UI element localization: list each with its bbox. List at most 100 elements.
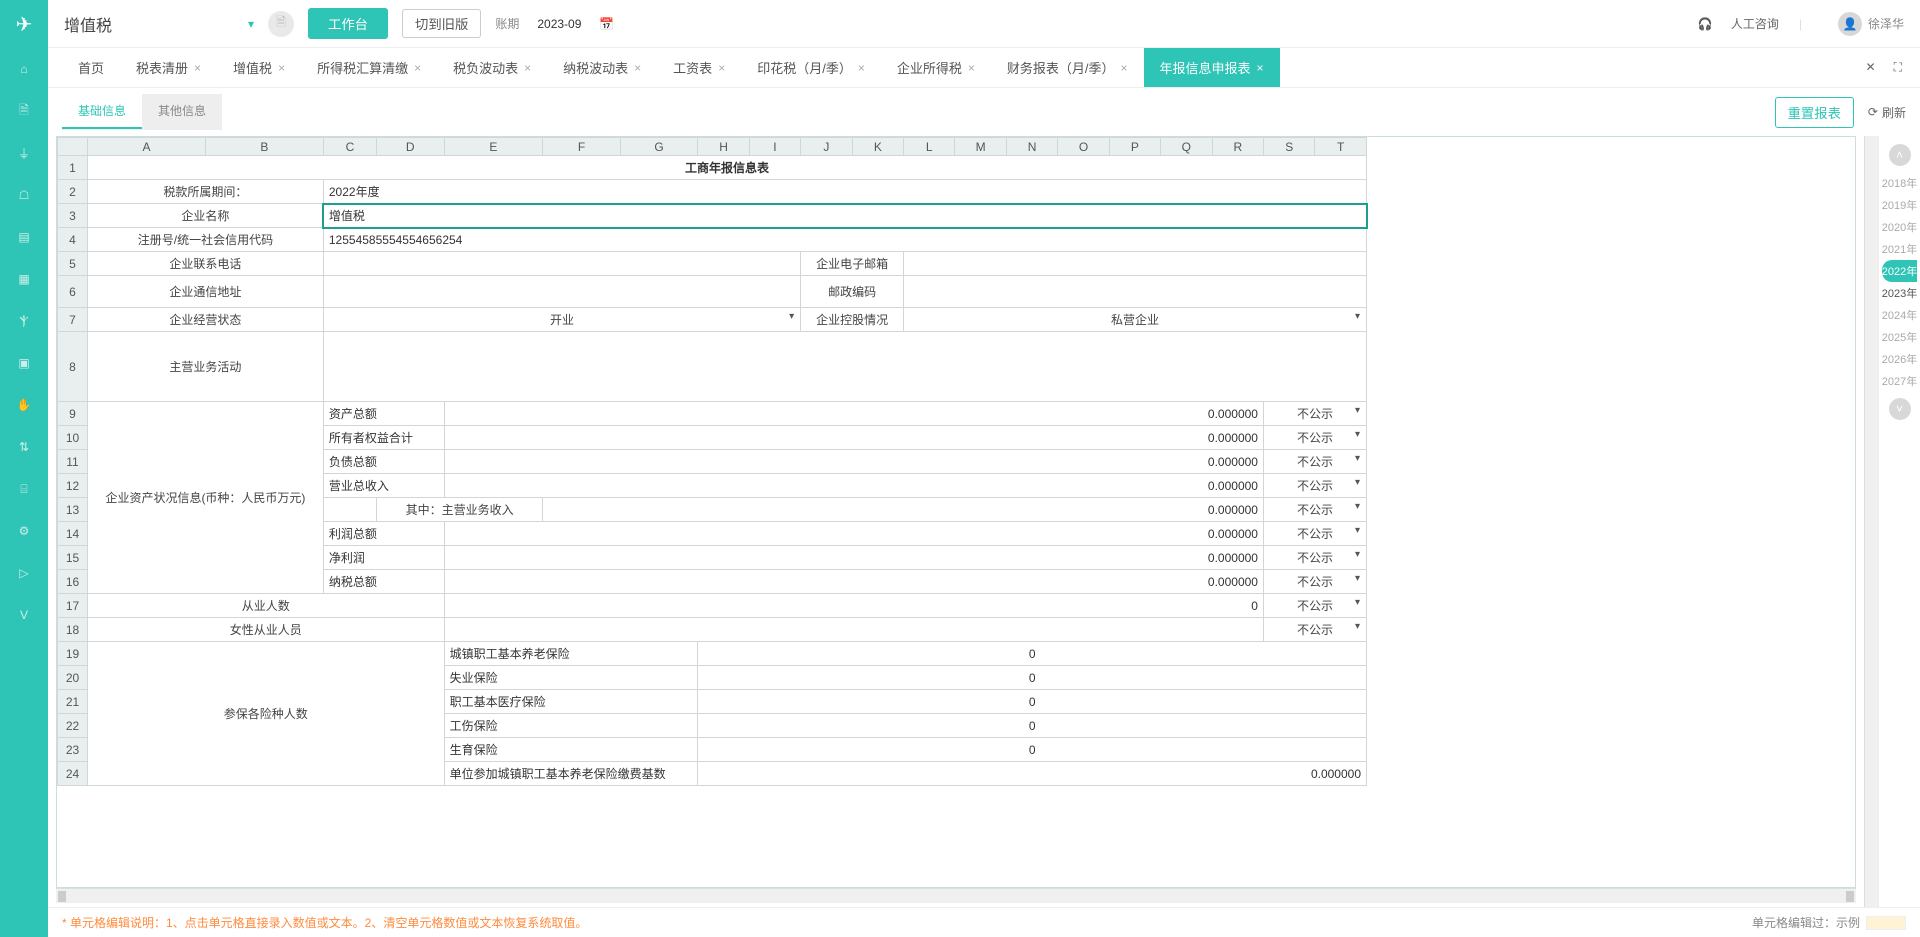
cell[interactable]: 私营企业	[904, 308, 1367, 332]
col-header[interactable]: F	[543, 138, 621, 156]
col-header[interactable]: J	[801, 138, 852, 156]
period-value[interactable]: 2022年度	[323, 180, 1366, 204]
clipboard-icon[interactable]: ▤	[14, 227, 34, 247]
col-header[interactable]: E	[444, 138, 543, 156]
col-header[interactable]: P	[1109, 138, 1160, 156]
row-header[interactable]: 11	[58, 450, 88, 474]
col-header[interactable]: D	[376, 138, 444, 156]
cell[interactable]: 0	[698, 666, 1367, 690]
cell[interactable]: 不公示	[1263, 402, 1366, 426]
col-header[interactable]: B	[205, 138, 323, 156]
tab-税表清册[interactable]: 税表清册×	[120, 48, 217, 87]
col-header[interactable]: G	[620, 138, 698, 156]
tab-财务报表（月/季）[interactable]: 财务报表（月/季）×	[991, 48, 1144, 87]
row-header[interactable]: 21	[58, 690, 88, 714]
cell[interactable]: 0	[444, 594, 1263, 618]
pillar-icon[interactable]: Ⲯ	[14, 311, 34, 331]
row-header[interactable]: 22	[58, 714, 88, 738]
row-header[interactable]: 24	[58, 762, 88, 786]
round-doc-icon[interactable]: 🗎	[268, 11, 294, 37]
switch-version-button[interactable]: 切到旧版	[402, 9, 481, 38]
cell[interactable]: 0	[698, 714, 1367, 738]
hand-icon[interactable]: ✋	[14, 395, 34, 415]
cell[interactable]: 0.000000	[444, 570, 1263, 594]
close-icon[interactable]: ×	[194, 61, 201, 75]
year-2027年[interactable]: 2027年	[1882, 370, 1917, 392]
col-header[interactable]: T	[1315, 138, 1367, 156]
cell[interactable]: 0.000000	[444, 546, 1263, 570]
sub-tab-basic[interactable]: 基础信息	[62, 94, 142, 129]
close-icon[interactable]: ×	[524, 61, 531, 75]
vertical-scrollbar[interactable]	[1864, 136, 1878, 907]
tab-所得税汇算清缴[interactable]: 所得税汇算清缴×	[301, 48, 437, 87]
row-header[interactable]: 1	[58, 156, 88, 180]
tab-企业所得税[interactable]: 企业所得税×	[881, 48, 991, 87]
headset-icon[interactable]: 🎧	[1698, 17, 1713, 31]
cell[interactable]: 0.000000	[698, 762, 1367, 786]
bag-icon[interactable]: ☖	[14, 185, 34, 205]
close-icon[interactable]: ×	[1257, 61, 1264, 75]
close-icon[interactable]: ×	[414, 61, 421, 75]
row-header[interactable]: 6	[58, 276, 88, 308]
year-2025年[interactable]: 2025年	[1882, 326, 1917, 348]
support-link[interactable]: 人工咨询	[1731, 15, 1779, 32]
tab-首页[interactable]: 首页	[62, 48, 120, 87]
cell[interactable]: 不公示	[1263, 450, 1366, 474]
row-header[interactable]: 2	[58, 180, 88, 204]
row-header[interactable]: 15	[58, 546, 88, 570]
chevron-down-icon[interactable]: ▾	[248, 17, 254, 31]
calendar-icon[interactable]: 📅	[599, 17, 614, 31]
tab-纳税波动表[interactable]: 纳税波动表×	[547, 48, 657, 87]
cell[interactable]: 不公示	[1263, 546, 1366, 570]
cell[interactable]: 不公示	[1263, 474, 1366, 498]
cell[interactable]	[323, 332, 1366, 402]
row-header[interactable]: 3	[58, 204, 88, 228]
col-header[interactable]: L	[904, 138, 955, 156]
close-icon[interactable]: ×	[1121, 61, 1128, 75]
cell[interactable]: 0.000000	[444, 450, 1263, 474]
cell[interactable]: 0	[698, 690, 1367, 714]
col-header[interactable]: M	[955, 138, 1006, 156]
col-header[interactable]: S	[1263, 138, 1314, 156]
row-header[interactable]: 10	[58, 426, 88, 450]
row-header[interactable]: 7	[58, 308, 88, 332]
cell[interactable]	[904, 252, 1367, 276]
row-header[interactable]: 5	[58, 252, 88, 276]
row-header[interactable]: 13	[58, 498, 88, 522]
col-header[interactable]: Q	[1161, 138, 1212, 156]
col-header[interactable]: A	[88, 138, 206, 156]
tab-工资表[interactable]: 工资表×	[657, 48, 741, 87]
cell[interactable]	[323, 276, 800, 308]
cell[interactable]: 不公示	[1263, 570, 1366, 594]
close-icon[interactable]: ×	[278, 61, 285, 75]
row-header[interactable]: 8	[58, 332, 88, 402]
play-icon[interactable]: ▷	[14, 563, 34, 583]
tab-税负波动表[interactable]: 税负波动表×	[437, 48, 547, 87]
sub-tab-other[interactable]: 其他信息	[142, 94, 222, 129]
cell[interactable]: 0.000000	[543, 498, 1264, 522]
cell[interactable]: 0	[698, 738, 1367, 762]
cell[interactable]: 0	[698, 642, 1367, 666]
year-2024年[interactable]: 2024年	[1882, 304, 1917, 326]
year-2023年[interactable]: 2023年	[1882, 282, 1917, 304]
year-2020年[interactable]: 2020年	[1882, 216, 1917, 238]
cell[interactable]: 0.000000	[444, 474, 1263, 498]
cell[interactable]: 0.000000	[444, 426, 1263, 450]
year-2021年[interactable]: 2021年	[1882, 238, 1917, 260]
user-menu[interactable]: 👤 徐泽华	[1838, 12, 1904, 36]
year-2022年[interactable]: 2022年	[1882, 260, 1917, 282]
cell[interactable]: 不公示	[1263, 522, 1366, 546]
cell[interactable]	[323, 252, 800, 276]
period-value[interactable]: 2023-09	[537, 17, 581, 31]
gear-icon[interactable]: ⚙	[14, 521, 34, 541]
col-header[interactable]	[58, 138, 88, 156]
close-tab-icon[interactable]: ✕	[1862, 56, 1880, 79]
row-header[interactable]: 14	[58, 522, 88, 546]
cell[interactable]: 不公示	[1263, 498, 1366, 522]
chart-icon[interactable]: ⏚	[14, 143, 34, 163]
close-icon[interactable]: ×	[968, 61, 975, 75]
row-header[interactable]: 19	[58, 642, 88, 666]
transfer-icon[interactable]: ⇅	[14, 437, 34, 457]
refresh-button[interactable]: ⟳ 刷新	[1868, 104, 1906, 121]
company-name-cell[interactable]: 增值税	[323, 204, 1366, 228]
